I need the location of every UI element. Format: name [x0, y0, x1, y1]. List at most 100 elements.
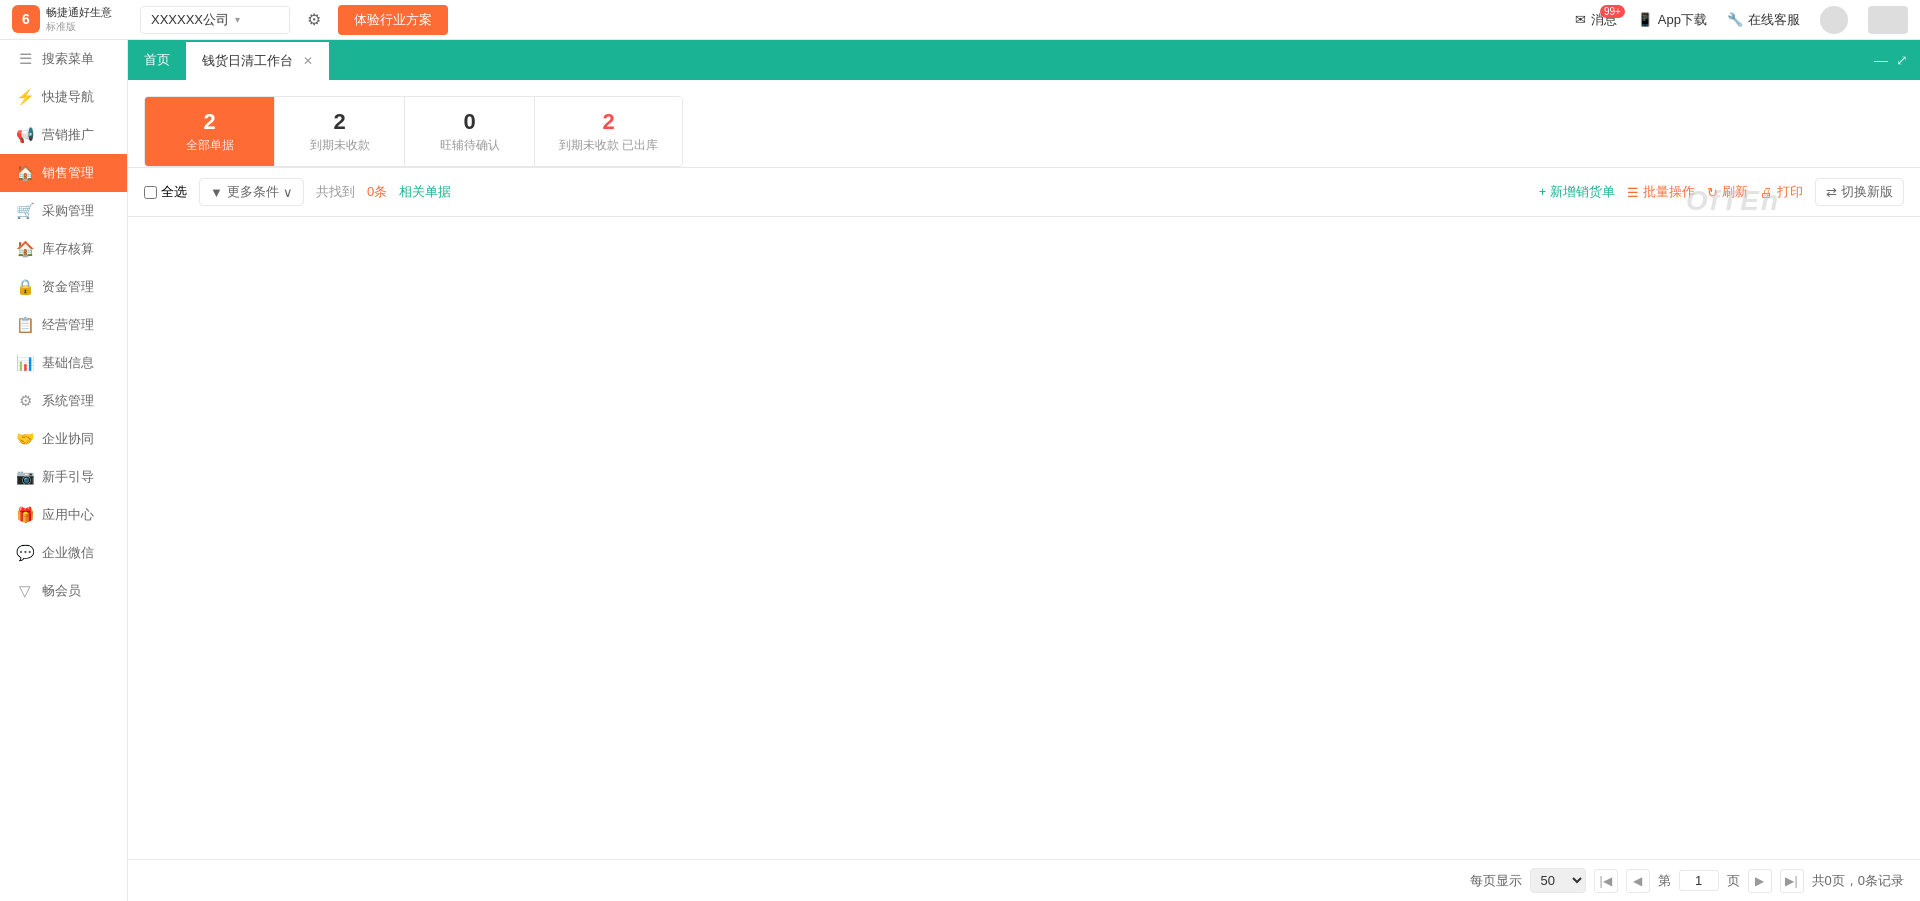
logo-sub: 标准版 — [46, 20, 112, 34]
avatar[interactable] — [1820, 6, 1848, 34]
sidebar-label-marketing: 营销推广 — [42, 126, 94, 144]
tab-minimize-icon[interactable]: — — [1874, 52, 1888, 68]
company-selector[interactable]: XXXXXX公司 ▾ — [140, 6, 290, 34]
beginner-icon: 📷 — [16, 468, 34, 486]
print-button[interactable]: 🖨 打印 — [1760, 183, 1803, 201]
per-page-select[interactable]: 50 100 200 — [1530, 868, 1586, 893]
select-all-input[interactable] — [144, 186, 157, 199]
logo-area: 6 畅捷通好生意 标准版 — [12, 5, 140, 33]
sidebar-item-inventory[interactable]: 🏠 库存核算 — [0, 230, 127, 268]
tab-home[interactable]: 首页 — [128, 40, 186, 80]
service-icon: 🔧 — [1727, 12, 1743, 27]
result-count: 0条 — [367, 183, 387, 201]
finance-icon: 🔒 — [16, 278, 34, 296]
stats-cards: 2 全部单据 2 到期未收款 0 旺辅待确认 2 到期未收款 已出库 — [144, 96, 683, 167]
sidebar-item-sales[interactable]: 🏠 销售管理 — [0, 154, 127, 192]
app-icon: 📱 — [1637, 12, 1653, 27]
purchase-icon: 🛒 — [16, 202, 34, 220]
stat-card-wangwang[interactable]: 0 旺辅待确认 — [405, 97, 535, 166]
last-page-button[interactable]: ▶| — [1780, 869, 1804, 893]
stat-label-overdue-unshipped: 到期未收款 已出库 — [559, 137, 658, 154]
stat-card-overdue-unshipped[interactable]: 2 到期未收款 已出库 — [535, 97, 682, 166]
toolbar-right: + 新增销货单 ☰ 批量操作 ↻ 刷新 🖨 打印 ⇄ — [1539, 178, 1904, 206]
sidebar-label-quick-nav: 快捷导航 — [42, 88, 94, 106]
batch-operation-button[interactable]: ☰ 批量操作 — [1627, 183, 1695, 201]
tab-bar: 首页 钱货日清工作台 ✕ — ⤢ — [128, 40, 1920, 80]
trial-button[interactable]: 体验行业方案 — [338, 5, 448, 35]
logo-text: 畅捷通好生意 — [46, 5, 112, 19]
sidebar-item-beginner[interactable]: 📷 新手引导 — [0, 458, 127, 496]
sidebar-item-quick-nav[interactable]: ⚡ 快捷导航 — [0, 78, 127, 116]
online-service-button[interactable]: 🔧 在线客服 — [1727, 11, 1800, 29]
print-icon: 🖨 — [1760, 185, 1773, 200]
sidebar: ☰ 搜索菜单 ⚡ 快捷导航 📢 营销推广 🏠 销售管理 🛒 采购管理 🏠 库存核… — [0, 40, 128, 901]
online-service-label: 在线客服 — [1748, 11, 1800, 29]
stat-number-overdue-unshipped: 2 — [559, 109, 658, 135]
sidebar-label-purchase: 采购管理 — [42, 202, 94, 220]
select-all-checkbox[interactable]: 全选 — [144, 183, 187, 201]
sidebar-item-enterprise-coop[interactable]: 🤝 企业协同 — [0, 420, 127, 458]
sidebar-item-member[interactable]: ▽ 畅会员 — [0, 572, 127, 610]
sidebar-label-system: 系统管理 — [42, 392, 94, 410]
stat-card-overdue-unpaid[interactable]: 2 到期未收款 — [275, 97, 405, 166]
marketing-icon: 📢 — [16, 126, 34, 144]
app-download-button[interactable]: 📱 App下载 — [1637, 11, 1707, 29]
search-menu-icon: ☰ — [16, 50, 34, 68]
sidebar-item-system[interactable]: ⚙ 系统管理 — [0, 382, 127, 420]
more-filters-label: 更多条件 — [227, 183, 279, 201]
filter-icon: ▼ — [210, 185, 223, 200]
more-filters-button[interactable]: ▼ 更多条件 ∨ — [199, 178, 304, 206]
sidebar-item-basic-info[interactable]: 📊 基础信息 — [0, 344, 127, 382]
content-area: 首页 钱货日清工作台 ✕ — ⤢ 2 全部单据 — [128, 40, 1920, 901]
top-header: 6 畅捷通好生意 标准版 XXXXXX公司 ▾ ⚙ 体验行业方案 ✉ 消息 99… — [0, 0, 1920, 40]
stat-card-all[interactable]: 2 全部单据 — [145, 97, 275, 166]
toolbar: 全选 ▼ 更多条件 ∨ 共找到 0条 相关单据 + 新增销货单 ☰ 批量操作 — [128, 168, 1920, 217]
related-orders-link[interactable]: 相关单据 — [399, 183, 451, 201]
refresh-button[interactable]: ↻ 刷新 — [1707, 183, 1748, 201]
sidebar-item-operations[interactable]: 📋 经营管理 — [0, 306, 127, 344]
tab-close-icon[interactable]: ✕ — [303, 54, 313, 68]
sales-icon: 🏠 — [16, 164, 34, 182]
header-middle: ⚙ 体验行业方案 — [300, 5, 448, 35]
per-page-label: 每页显示 — [1470, 872, 1522, 890]
header-right: ✉ 消息 99+ 📱 App下载 🔧 在线客服 — [1575, 6, 1908, 34]
operations-icon: 📋 — [16, 316, 34, 334]
sidebar-item-finance[interactable]: 🔒 资金管理 — [0, 268, 127, 306]
refresh-icon: ↻ — [1707, 185, 1718, 200]
pagination-bar: 每页显示 50 100 200 |◀ ◀ 第 1 页 ▶ ▶| 共0页，0条记录 — [128, 859, 1920, 901]
company-name: XXXXXX公司 — [151, 11, 229, 29]
stat-label-overdue-unpaid: 到期未收款 — [299, 137, 380, 154]
add-sales-order-button[interactable]: + 新增销货单 — [1539, 183, 1615, 201]
basic-info-icon: 📊 — [16, 354, 34, 372]
wechat-icon: 💬 — [16, 544, 34, 562]
app-download-label: App下载 — [1658, 11, 1707, 29]
tab-workbench[interactable]: 钱货日清工作台 ✕ — [186, 40, 329, 80]
refresh-label: 刷新 — [1722, 183, 1748, 201]
tab-expand-icon[interactable]: ⤢ — [1896, 52, 1908, 68]
sidebar-item-purchase[interactable]: 🛒 采购管理 — [0, 192, 127, 230]
table-area — [128, 217, 1920, 859]
sidebar-label-finance: 资金管理 — [42, 278, 94, 296]
user-name[interactable] — [1868, 6, 1908, 34]
settings-button[interactable]: ⚙ — [300, 6, 328, 34]
sidebar-item-search-menu[interactable]: ☰ 搜索菜单 — [0, 40, 127, 78]
sidebar-item-wechat[interactable]: 💬 企业微信 — [0, 534, 127, 572]
batch-label: 批量操作 — [1643, 183, 1695, 201]
batch-icon: ☰ — [1627, 185, 1639, 200]
first-page-button[interactable]: |◀ — [1594, 869, 1618, 893]
inventory-icon: 🏠 — [16, 240, 34, 258]
page-input[interactable]: 1 — [1679, 870, 1719, 891]
prev-page-button[interactable]: ◀ — [1626, 869, 1650, 893]
enterprise-coop-icon: 🤝 — [16, 430, 34, 448]
next-page-button[interactable]: ▶ — [1748, 869, 1772, 893]
stat-number-all: 2 — [169, 109, 250, 135]
result-prefix: 共找到 — [316, 183, 355, 201]
select-all-label: 全选 — [161, 183, 187, 201]
sidebar-item-app-center[interactable]: 🎁 应用中心 — [0, 496, 127, 534]
message-button[interactable]: ✉ 消息 99+ — [1575, 11, 1617, 29]
sidebar-item-marketing[interactable]: 📢 营销推广 — [0, 116, 127, 154]
sidebar-label-inventory: 库存核算 — [42, 240, 94, 258]
stat-number-overdue-unpaid: 2 — [299, 109, 380, 135]
app-center-icon: 🎁 — [16, 506, 34, 524]
switch-version-button[interactable]: ⇄ 切换新版 — [1815, 178, 1904, 206]
